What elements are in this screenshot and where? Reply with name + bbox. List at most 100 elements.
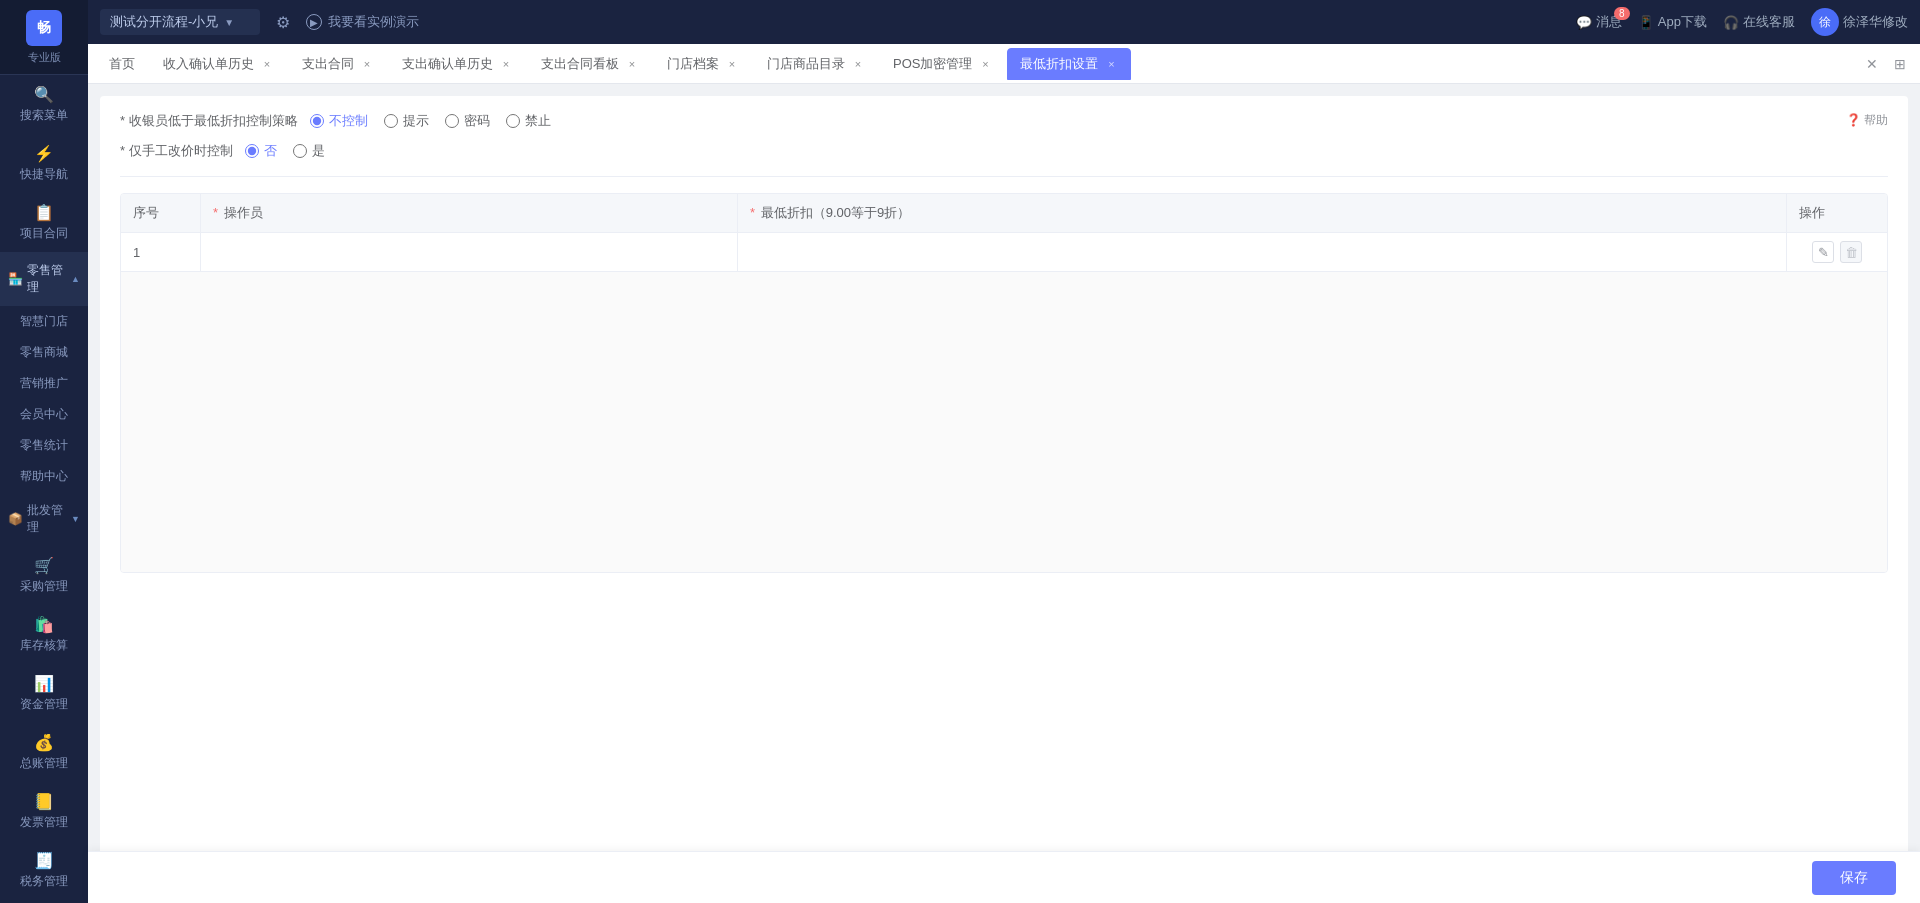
discount-table: 序号 * 操作员 * 最低折扣（9.00等于9折） 操作 1 (120, 193, 1888, 573)
radio-yes[interactable]: 是 (293, 142, 325, 160)
sidebar-item-shortcut[interactable]: ⚡ 快捷导航 (0, 134, 88, 193)
sidebar-item-marketing[interactable]: 营销推广 (0, 368, 88, 399)
required-mark: * (213, 205, 218, 220)
sidebar-item-contract[interactable]: 📋 项目合同 (0, 193, 88, 252)
discount-strategy-row: * 收银员低于最低折扣控制策略 不控制 提示 密码 (120, 112, 1888, 130)
sidebar-item-retail-stats[interactable]: 零售统计 (0, 430, 88, 461)
save-bar: 保存 (88, 851, 1920, 903)
tab-store-files[interactable]: 门店档案 × (654, 48, 752, 80)
edit-row-button[interactable]: ✎ (1812, 241, 1834, 263)
sidebar-item-help-center[interactable]: 帮助中心 (0, 461, 88, 492)
tab-store-products[interactable]: 门店商品目录 × (754, 48, 878, 80)
td-operator (201, 233, 738, 271)
sidebar: 畅 专业版 🔍 搜索菜单 ⚡ 快捷导航 📋 项目合同 🏪 零售管理 ▲ 智慧门店… (0, 0, 88, 903)
tab-pos-password[interactable]: POS加密管理 × (880, 48, 1005, 80)
sidebar-item-smart-store[interactable]: 智慧门店 (0, 306, 88, 337)
sidebar-item-search[interactable]: 🔍 搜索菜单 (0, 75, 88, 134)
tab-close-icon[interactable]: × (725, 57, 739, 71)
message-icon: 💬 (1576, 15, 1592, 30)
sidebar-item-label: 营销推广 (20, 375, 68, 392)
tab-payment-confirm[interactable]: 支出确认单历史 × (389, 48, 526, 80)
demo-link[interactable]: ▶ 我要看实例演示 (306, 13, 419, 31)
tab-close-icon[interactable]: × (625, 57, 639, 71)
tab-close-icon[interactable]: × (360, 57, 374, 71)
sidebar-item-purchase[interactable]: 🛍️ 库存核算 (0, 605, 88, 664)
manual-price-radio-group: 否 是 (245, 142, 325, 160)
tab-close-all-button[interactable]: ✕ (1860, 52, 1884, 76)
online-service-label: 在线客服 (1743, 13, 1795, 31)
demo-text: 我要看实例演示 (328, 13, 419, 31)
app-download-button[interactable]: 📱 App下载 (1638, 13, 1707, 31)
message-button[interactable]: 💬 消息 8 (1576, 13, 1622, 31)
table-row: 1 ✎ 🗑 (121, 233, 1887, 272)
tab-payment-board[interactable]: 支出合同看板 × (528, 48, 652, 80)
tab-min-discount[interactable]: 最低折扣设置 × (1007, 48, 1131, 80)
th-action: 操作 (1787, 194, 1887, 232)
help-link[interactable]: ❓ 帮助 (1846, 112, 1888, 129)
user-menu[interactable]: 徐 徐泽华修改 (1811, 8, 1908, 36)
tab-label: 支出合同 (302, 55, 354, 73)
sidebar-logo: 畅 专业版 (0, 0, 88, 75)
th-discount-label: 最低折扣（9.00等于9折） (761, 205, 911, 220)
contract-icon: 📋 (34, 203, 54, 222)
app-download-label: App下载 (1658, 13, 1707, 31)
radio-password[interactable]: 密码 (445, 112, 490, 130)
table-header: 序号 * 操作员 * 最低折扣（9.00等于9折） 操作 (121, 194, 1887, 233)
sidebar-item-label: 智慧门店 (20, 313, 68, 330)
tab-close-icon[interactable]: × (978, 57, 992, 71)
tab-label: POS加密管理 (893, 55, 972, 73)
topbar-settings-icon[interactable]: ⚙ (272, 9, 294, 36)
td-action: ✎ 🗑 (1787, 233, 1887, 271)
sidebar-item-retail-mall[interactable]: 零售商城 (0, 337, 88, 368)
sidebar-item-label: 会员中心 (20, 406, 68, 423)
tab-close-icon[interactable]: × (499, 57, 513, 71)
project-selector[interactable]: 测试分开流程-小兄 ▼ (100, 9, 260, 35)
tab-label: 门店档案 (667, 55, 719, 73)
inventory-icon: 📊 (34, 674, 54, 693)
radio-no-control[interactable]: 不控制 (310, 112, 368, 130)
sidebar-item-wholesale[interactable]: 📦 批发管理 ▼ (0, 492, 88, 546)
th-operator-label: 操作员 (224, 205, 263, 220)
sidebar-item-label: 资金管理 (20, 696, 68, 713)
delete-row-button[interactable]: 🗑 (1840, 241, 1862, 263)
tab-home[interactable]: 首页 (96, 48, 148, 80)
save-button[interactable]: 保存 (1812, 861, 1896, 895)
download-icon: 📱 (1638, 15, 1654, 30)
app-logo-icon: 畅 (26, 10, 62, 46)
demo-icon: ▶ (306, 14, 322, 30)
discount-strategy-radio-group: 不控制 提示 密码 禁止 (310, 112, 551, 130)
tab-close-icon[interactable]: × (1104, 57, 1118, 71)
sidebar-item-label: 批发管理 (27, 502, 67, 536)
sidebar-item-label: 零售统计 (20, 437, 68, 454)
ecommerce-icon: 🛒 (34, 556, 54, 575)
tab-payment-contract[interactable]: 支出合同 × (289, 48, 387, 80)
td-discount (738, 233, 1787, 271)
radio-forbid[interactable]: 禁止 (506, 112, 551, 130)
tabbar-actions: ✕ ⊞ (1860, 52, 1912, 76)
sidebar-item-member[interactable]: 会员中心 (0, 399, 88, 430)
tabbar: 首页 收入确认单历史 × 支出合同 × 支出确认单历史 × 支出合同看板 × 门… (88, 44, 1920, 84)
sidebar-item-label: 搜索菜单 (20, 107, 68, 124)
avatar: 徐 (1811, 8, 1839, 36)
purchase-icon: 🛍️ (34, 615, 54, 634)
sidebar-item-inventory[interactable]: 📊 资金管理 (0, 664, 88, 723)
tab-income-confirm[interactable]: 收入确认单历史 × (150, 48, 287, 80)
app-logo-text: 专业版 (28, 50, 61, 64)
table-empty-space (121, 272, 1887, 572)
sidebar-item-invoice[interactable]: 🧾 税务管理 (0, 841, 88, 900)
content-area: ❓ 帮助 * 收银员低于最低折扣控制策略 不控制 提示 (88, 84, 1920, 903)
radio-remind[interactable]: 提示 (384, 112, 429, 130)
radio-no[interactable]: 否 (245, 142, 277, 160)
sidebar-item-ledger[interactable]: 📒 发票管理 (0, 782, 88, 841)
shortcut-icon: ⚡ (34, 144, 54, 163)
sidebar-item-finance[interactable]: 💰 总账管理 (0, 723, 88, 782)
tab-menu-button[interactable]: ⊞ (1888, 52, 1912, 76)
tab-close-icon[interactable]: × (851, 57, 865, 71)
chevron-down-icon: ▼ (224, 17, 234, 28)
tab-label: 支出合同看板 (541, 55, 619, 73)
online-service-button[interactable]: 🎧 在线客服 (1723, 13, 1795, 31)
sidebar-item-ecommerce[interactable]: 🛒 采购管理 (0, 546, 88, 605)
tab-close-icon[interactable]: × (260, 57, 274, 71)
radio-label: 是 (312, 142, 325, 160)
sidebar-item-retail[interactable]: 🏪 零售管理 ▲ (0, 252, 88, 306)
